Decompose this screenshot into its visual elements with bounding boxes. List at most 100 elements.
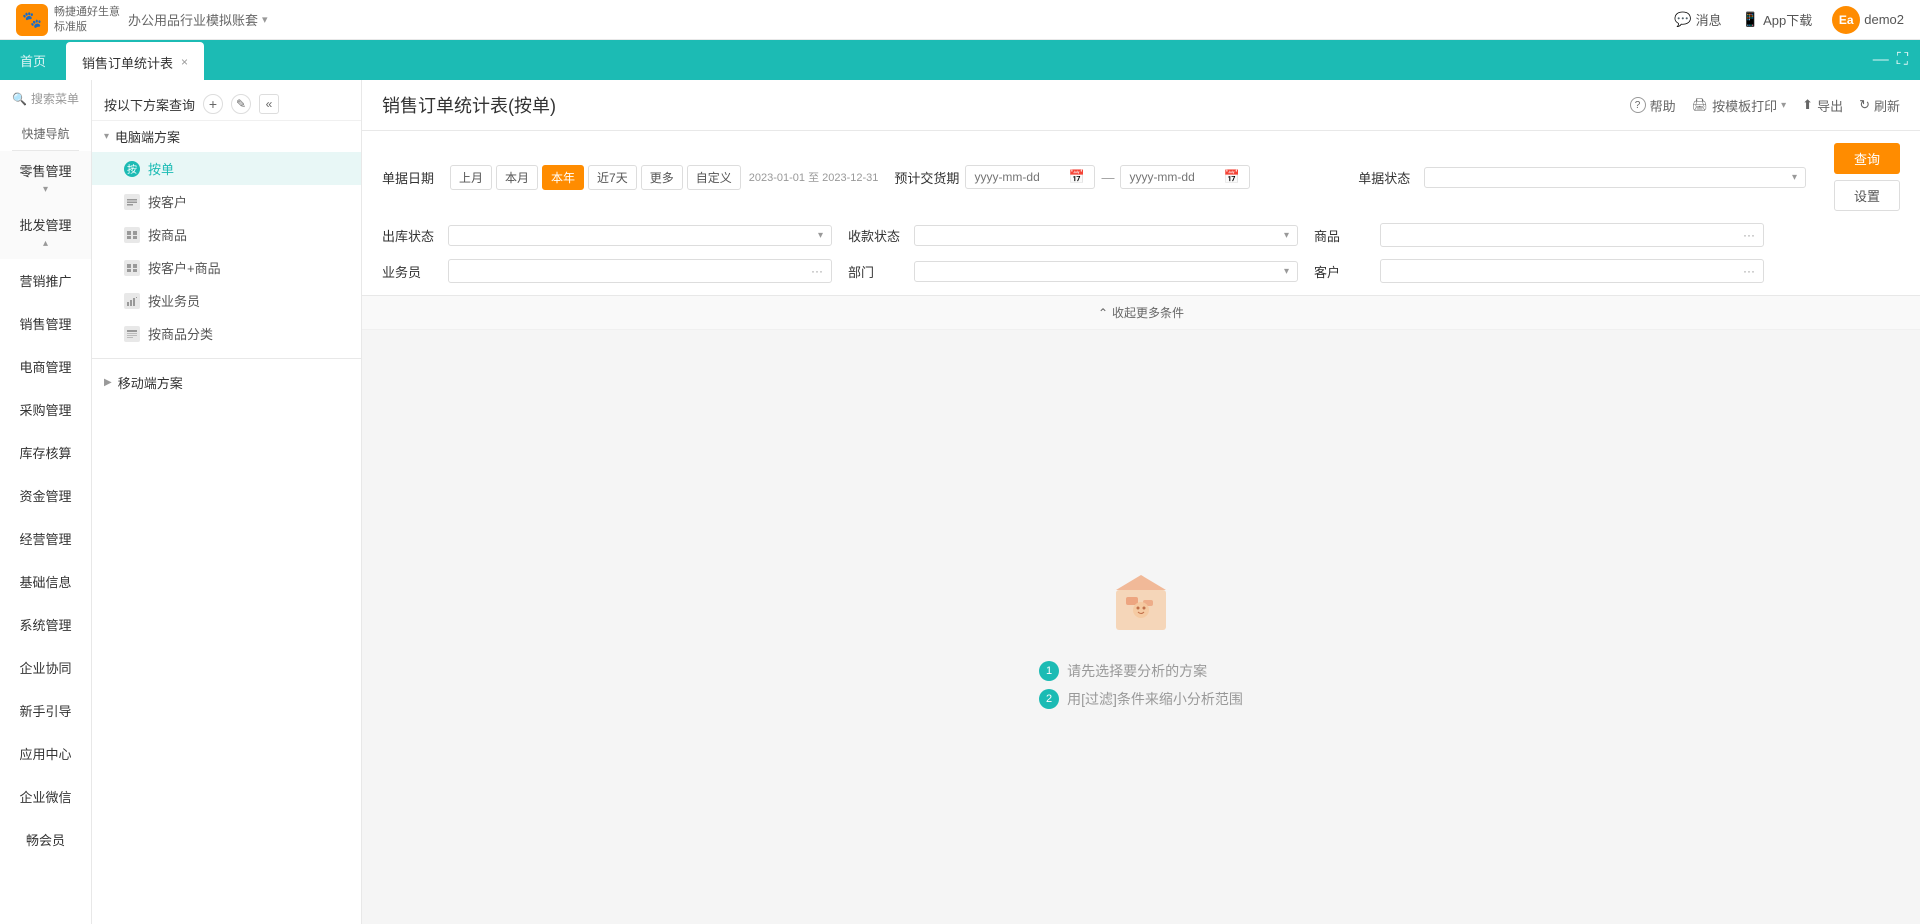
out-status-select[interactable]: ▾ xyxy=(448,225,832,246)
message-button[interactable]: 💬 消息 xyxy=(1674,10,1721,29)
tab-close-icon[interactable]: × xyxy=(181,55,188,69)
out-status-label: 出库状态 xyxy=(382,226,442,245)
customer-group: 客户 ··· xyxy=(1314,259,1764,283)
dept-group: 部门 ▾ xyxy=(848,261,1298,282)
doc-status-select[interactable]: ▾ xyxy=(1424,167,1806,188)
chevron-right-icon: ▶ xyxy=(104,377,112,388)
salesperson-more-icon[interactable]: ··· xyxy=(811,264,823,278)
scheme-by-customer[interactable]: 按客户 xyxy=(92,185,361,218)
expected-date-to[interactable]: 📅 xyxy=(1120,165,1250,189)
page-header: 销售订单统计表(按单) ? 帮助 🖨 按模板打印 ▾ ⬆ 导出 xyxy=(362,80,1920,131)
goods-select[interactable]: ··· xyxy=(1380,223,1764,247)
logo-text: 畅捷通好生意 标准版 xyxy=(54,5,120,34)
tab-home[interactable]: 首页 xyxy=(0,40,66,80)
setting-button[interactable]: 设置 xyxy=(1834,180,1900,211)
user-menu[interactable]: Ea demo2 xyxy=(1832,6,1904,34)
sidebar-item-marketing[interactable]: 营销推广 xyxy=(0,259,91,302)
filter-row-1: 单据日期 上月 本月 本年 近7天 更多 自定义 2023-01-01 至 20… xyxy=(382,143,1900,211)
payment-status-select[interactable]: ▾ xyxy=(914,225,1298,246)
sidebar-item-wholesale[interactable]: 批发管理 ▴ xyxy=(0,205,91,259)
scheme-group-mobile[interactable]: ▶ 移动端方案 xyxy=(92,367,361,398)
date-btn-custom[interactable]: 自定义 xyxy=(687,165,741,190)
sidebar-item-system[interactable]: 系统管理 xyxy=(0,603,91,646)
scheme-by-customer-goods[interactable]: 按客户+商品 xyxy=(92,251,361,284)
logo-area: 🐾 畅捷通好生意 标准版 xyxy=(16,4,120,36)
collapse-icon: ⌃ xyxy=(1098,306,1108,320)
page-title: 销售订单统计表(按单) xyxy=(382,92,556,118)
sidebar-item-purchase[interactable]: 采购管理 xyxy=(0,388,91,431)
customer-label: 客户 xyxy=(1314,262,1374,281)
top-bar-left: 🐾 畅捷通好生意 标准版 办公用品行业模拟账套 ▾ xyxy=(16,4,268,36)
sidebar-item-enterprise-collab[interactable]: 企业协同 xyxy=(0,646,91,689)
minimize-icon[interactable]: — xyxy=(1873,51,1889,69)
query-button[interactable]: 查询 xyxy=(1834,143,1900,174)
help-button[interactable]: ? 帮助 xyxy=(1630,96,1676,115)
sidebar-item-app-center[interactable]: 应用中心 xyxy=(0,732,91,775)
filter-row-3: 业务员 ··· 部门 ▾ xyxy=(382,259,1900,283)
export-icon: ⬆ xyxy=(1802,97,1813,113)
tab-bar: 首页 销售订单统计表 × — ⛶ xyxy=(0,40,1920,80)
avatar: Ea xyxy=(1832,6,1860,34)
sidebar-item-new-guide[interactable]: 新手引导 xyxy=(0,689,91,732)
expected-date-group: 预计交货期 📅 — 📅 xyxy=(894,165,1342,189)
expected-date-from[interactable]: 📅 xyxy=(965,165,1095,189)
date-btn-this-month[interactable]: 本月 xyxy=(496,165,538,190)
tab-bar-right: — ⛶ xyxy=(1873,51,1920,69)
app-download-button[interactable]: 📱 App下载 xyxy=(1742,10,1813,29)
maximize-icon[interactable]: ⛶ xyxy=(1897,51,1908,69)
top-bar: 🐾 畅捷通好生意 标准版 办公用品行业模拟账套 ▾ 💬 消息 📱 App下载 E… xyxy=(0,0,1920,40)
tab-sales-order[interactable]: 销售订单统计表 × xyxy=(66,42,204,82)
out-status-arrow-icon: ▾ xyxy=(818,230,823,241)
date-btn-more[interactable]: 更多 xyxy=(641,165,683,190)
sidebar-nav-quick[interactable]: 快捷导航 xyxy=(0,117,91,150)
expected-date-to-input[interactable] xyxy=(1129,170,1219,184)
salesperson-group: 业务员 ··· xyxy=(382,259,832,283)
add-scheme-icon[interactable]: + xyxy=(203,94,223,114)
date-filter-group: 单据日期 上月 本月 本年 近7天 更多 自定义 2023-01-01 至 20… xyxy=(382,165,878,190)
customer-more-icon[interactable]: ··· xyxy=(1743,264,1755,278)
customer-select[interactable]: ··· xyxy=(1380,259,1764,283)
export-button[interactable]: ⬆ 导出 xyxy=(1802,96,1843,115)
sidebar-item-inventory[interactable]: 库存核算 xyxy=(0,431,91,474)
scheme-group-pc[interactable]: ▾ 电脑端方案 xyxy=(92,121,361,152)
scheme-by-goods[interactable]: 按商品 xyxy=(92,218,361,251)
sidebar-item-member[interactable]: 畅会员 xyxy=(0,818,91,861)
scheme-by-goods-category[interactable]: 按商品分类 xyxy=(92,317,361,350)
sidebar-item-operations[interactable]: 经营管理 xyxy=(0,517,91,560)
collapse-bar[interactable]: ⌃ 收起更多条件 xyxy=(362,295,1920,329)
main-layout: 🔍 搜索菜单 快捷导航 零售管理 ▾ 批发管理 ▴ 营销推广 销售管理 电商管理… xyxy=(0,80,1920,924)
scheme-by-order[interactable]: 按 按单 xyxy=(92,152,361,185)
refresh-icon: ↻ xyxy=(1859,97,1870,113)
sidebar-item-basic-info[interactable]: 基础信息 xyxy=(0,560,91,603)
edit-scheme-icon[interactable]: ✎ xyxy=(231,94,251,114)
goods-more-icon[interactable]: ··· xyxy=(1743,228,1755,242)
salesperson-select[interactable]: ··· xyxy=(448,259,832,283)
dept-label: 部门 xyxy=(848,262,908,281)
payment-status-group: 收款状态 ▾ xyxy=(848,225,1298,246)
hint-num-1: 1 xyxy=(1039,661,1059,681)
collapse-label: 收起更多条件 xyxy=(1112,304,1184,321)
collapse-panel-icon[interactable]: « xyxy=(259,94,279,114)
date-buttons: 上月 本月 本年 近7天 更多 自定义 xyxy=(450,165,741,190)
scheme-panel-header: 按以下方案查询 + ✎ « xyxy=(92,88,361,121)
dept-select[interactable]: ▾ xyxy=(914,261,1298,282)
print-button[interactable]: 🖨 按模板打印 ▾ xyxy=(1692,96,1787,115)
sidebar-item-finance[interactable]: 资金管理 xyxy=(0,474,91,517)
date-btn-last-month[interactable]: 上月 xyxy=(450,165,492,190)
content-area: 按以下方案查询 + ✎ « ▾ 电脑端方案 按 按单 xyxy=(92,80,1920,924)
breadcrumb[interactable]: 办公用品行业模拟账套 ▾ xyxy=(128,10,268,29)
refresh-button[interactable]: ↻ 刷新 xyxy=(1859,96,1900,115)
out-status-group: 出库状态 ▾ xyxy=(382,225,832,246)
empty-illustration xyxy=(1091,545,1191,645)
sidebar-item-ecommerce[interactable]: 电商管理 xyxy=(0,345,91,388)
sidebar-item-retail[interactable]: 零售管理 ▾ xyxy=(0,151,91,205)
sidebar-search[interactable]: 🔍 搜索菜单 xyxy=(0,80,91,117)
date-btn-this-year[interactable]: 本年 xyxy=(542,165,584,190)
page-actions: ? 帮助 🖨 按模板打印 ▾ ⬆ 导出 ↻ 刷新 xyxy=(1630,96,1900,115)
doc-status-group: 单据状态 ▾ xyxy=(1358,167,1806,188)
sidebar-item-sales[interactable]: 销售管理 xyxy=(0,302,91,345)
date-btn-7days[interactable]: 近7天 xyxy=(588,165,637,190)
sidebar-item-enterprise-wechat[interactable]: 企业微信 xyxy=(0,775,91,818)
scheme-by-salesperson[interactable]: 按业务员 xyxy=(92,284,361,317)
expected-date-from-input[interactable] xyxy=(974,170,1064,184)
